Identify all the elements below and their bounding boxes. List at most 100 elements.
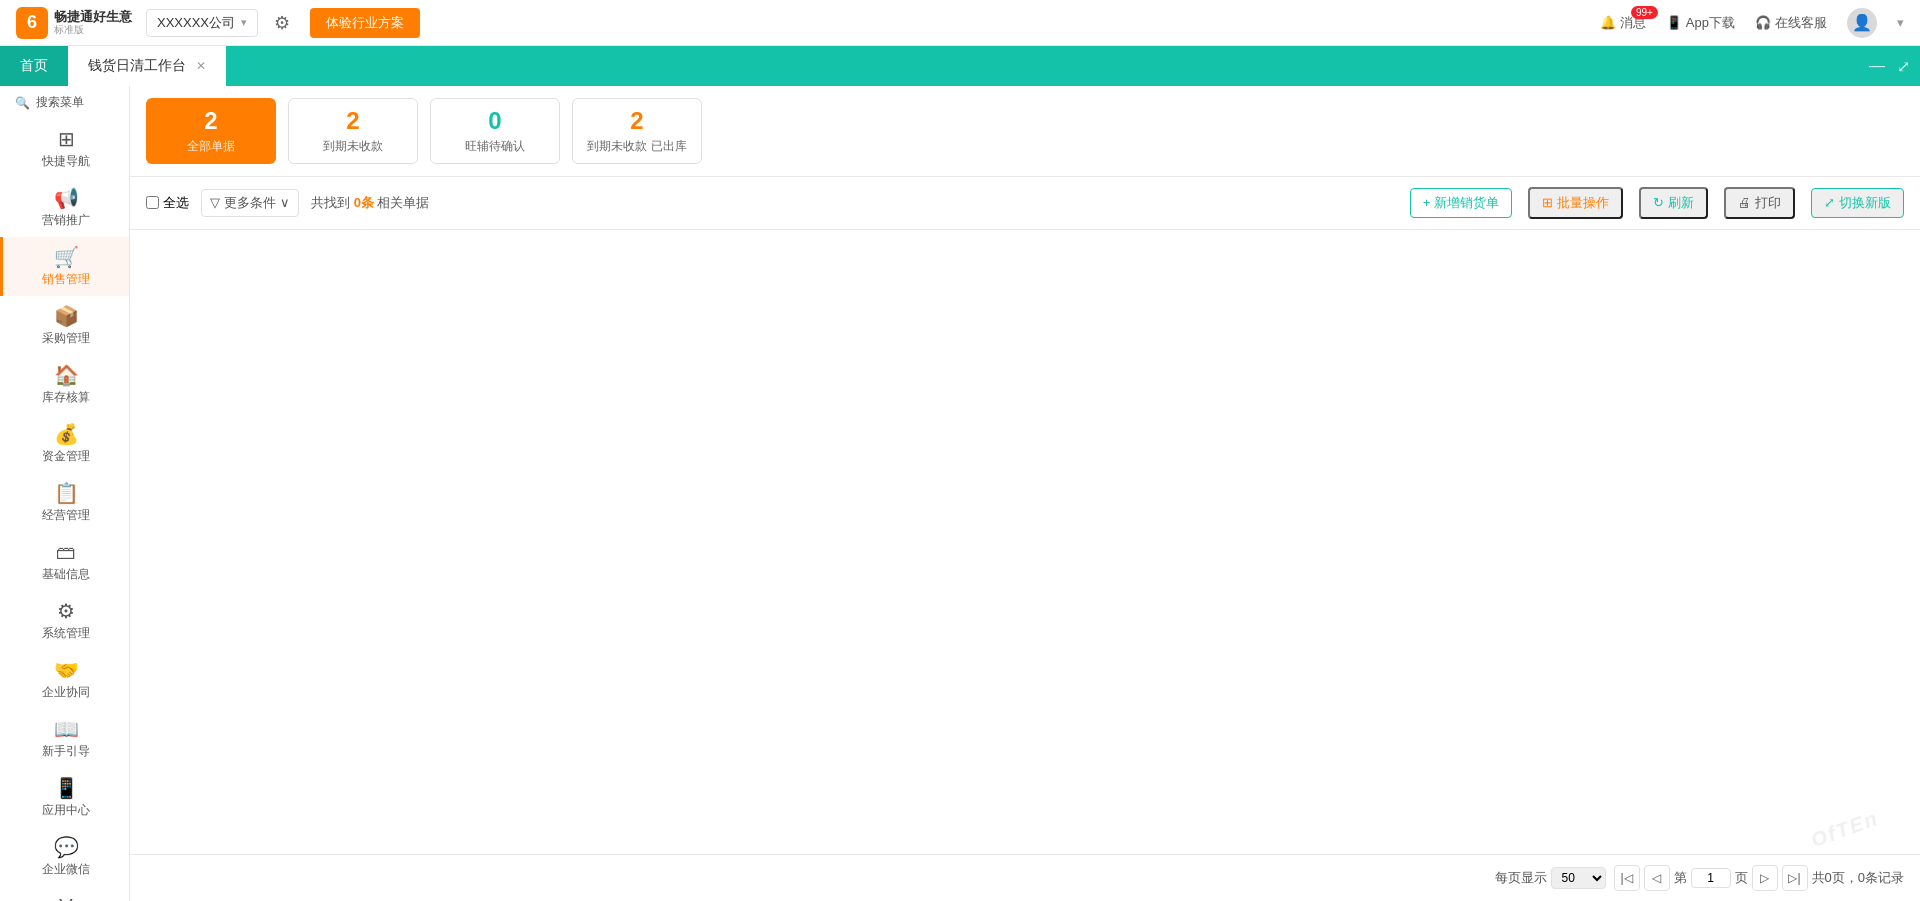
user-name[interactable]: ▾ [1897,15,1904,30]
nav-tabs: 首页 钱货日清工作台 ✕ — ⤢ [0,46,1920,86]
summary-card-all[interactable]: 2 全部单据 [146,98,276,164]
card-shipped-label: 到期未收款 已出库 [587,138,686,155]
app-icon: 📱 [54,778,79,798]
logo-icon: 6 [16,7,48,39]
message-btn[interactable]: 🔔 消息 99+ [1600,14,1646,32]
nav-tabs-right: — ⤢ [1869,57,1920,76]
sidebar-item-yingxiao[interactable]: 📢 营销推广 [0,178,129,237]
report-icon: 📋 [54,483,79,503]
app-download-btn[interactable]: 📱 App下载 [1666,14,1735,32]
gear-button[interactable]: ⚙ [266,7,298,39]
logo: 6 畅捷通好生意 标准版 [16,7,146,39]
sidebar-item-yingyong[interactable]: 📱 应用中心 [0,768,129,827]
tab-qianhuori[interactable]: 钱货日清工作台 ✕ [68,46,226,86]
sidebar-item-jichu[interactable]: 🗃 基础信息 [0,532,129,591]
sidebar-label: 经营管理 [42,507,90,524]
sidebar-label: 采购管理 [42,330,90,347]
vip-icon: V [59,896,72,901]
box-icon: 📦 [54,306,79,326]
summary-card-shipped[interactable]: 2 到期未收款 已出库 [572,98,702,164]
prev-page-btn[interactable]: ◁ [1644,865,1670,891]
toolbar-right: + 新增销货单 ⊞ 批量操作 ↻ 刷新 🖨 打印 ⤢ 切换新版 [1410,187,1904,219]
trial-btn[interactable]: 体验行业方案 [310,8,420,38]
summary-card-overdue[interactable]: 2 到期未收款 [288,98,418,164]
download-icon: 📱 [1666,15,1682,30]
table-area [130,230,1920,854]
summary-card-wang[interactable]: 0 旺辅待确认 [430,98,560,164]
sidebar-item-changhui[interactable]: V 畅会员 [0,886,129,901]
batch-icon: ⊞ [1542,195,1553,210]
per-page-select: 每页显示 20 50 100 [1495,867,1606,889]
bell-icon: 🔔 [1600,15,1616,30]
settings-icon: ⚙ [57,601,75,621]
select-all-label: 全选 [163,194,189,212]
sidebar-item-kucun[interactable]: 🏠 库存核算 [0,355,129,414]
database-icon: 🗃 [56,542,76,562]
sidebar-item-xitong[interactable]: ⚙ 系统管理 [0,591,129,650]
megaphone-icon: 📢 [54,188,79,208]
per-page-dropdown[interactable]: 20 50 100 [1551,867,1606,889]
select-all-checkbox[interactable]: 全选 [146,194,189,212]
sidebar-label: 企业微信 [42,861,90,878]
switch-version-btn[interactable]: ⤢ 切换新版 [1811,188,1904,218]
card-wang-num: 0 [488,107,501,136]
search-menu-btn[interactable]: 🔍 搜索菜单 [0,86,129,119]
logo-title: 畅捷通好生意 [54,9,132,25]
online-service-btn[interactable]: 🎧 在线客服 [1755,14,1827,32]
sidebar-item-kuaijie[interactable]: ⊞ 快捷导航 [0,119,129,178]
shop-icon: 🛒 [54,247,79,267]
sidebar-label: 基础信息 [42,566,90,583]
page-nav: |◁ ◁ 第 页 ▷ ▷| 共0页，0条记录 [1614,865,1904,891]
money-icon: 💰 [54,424,79,444]
company-selector[interactable]: XXXXXX公司 ▾ [146,9,258,37]
first-page-btn[interactable]: |◁ [1614,865,1640,891]
page-prefix: 第 [1674,869,1687,887]
sidebar-item-xinshou[interactable]: 📖 新手引导 [0,709,129,768]
sidebar-label: 库存核算 [42,389,90,406]
sidebar-label: 快捷导航 [42,153,90,170]
logo-text: 畅捷通好生意 标准版 [54,9,132,37]
handshake-icon: 🤝 [54,660,79,680]
app-download-label: App下载 [1686,14,1735,32]
online-service-label: 在线客服 [1775,14,1827,32]
top-bar-right: 🔔 消息 99+ 📱 App下载 🎧 在线客服 👤 ▾ [1600,8,1904,38]
last-page-btn[interactable]: ▷| [1782,865,1808,891]
search-icon: 🔍 [15,96,30,110]
tab-close-icon[interactable]: ✕ [196,59,206,73]
batch-op-btn[interactable]: ⊞ 批量操作 [1528,187,1623,219]
toolbar: 全选 ▽ 更多条件 ∨ 共找到 0条 相关单据 + 新增销货单 ⊞ 批量操作 ↻… [130,177,1920,230]
page-suffix: 页 [1735,869,1748,887]
print-btn[interactable]: 🖨 打印 [1724,187,1795,219]
filter-btn[interactable]: ▽ 更多条件 ∨ [201,189,299,217]
add-order-btn[interactable]: + 新增销货单 [1410,188,1512,218]
sidebar-item-weixin[interactable]: 💬 企业微信 [0,827,129,886]
service-icon: 🎧 [1755,15,1771,30]
chevron-down-icon: ∨ [280,195,290,210]
sidebar-item-jingying[interactable]: 📋 经营管理 [0,473,129,532]
nav-minimize-icon[interactable]: — [1869,57,1885,75]
card-wang-label: 旺辅待确认 [465,138,525,155]
main-layout: 🔍 搜索菜单 ⊞ 快捷导航 📢 营销推广 🛒 销售管理 📦 采购管理 🏠 库存核… [0,86,1920,901]
sidebar-item-qiye[interactable]: 🤝 企业协同 [0,650,129,709]
avatar[interactable]: 👤 [1847,8,1877,38]
total-records: 共0页，0条记录 [1812,869,1904,887]
per-page-label: 每页显示 [1495,869,1547,887]
card-overdue-num: 2 [346,107,359,136]
content-area: 2 全部单据 2 到期未收款 0 旺辅待确认 2 到期未收款 已出库 全选 [130,86,1920,901]
warehouse-icon: 🏠 [54,365,79,385]
refresh-btn[interactable]: ↻ 刷新 [1639,187,1708,219]
sidebar-label: 营销推广 [42,212,90,229]
tab-home[interactable]: 首页 [0,46,68,86]
message-badge: 99+ [1631,6,1658,19]
sidebar-item-xiaoshou[interactable]: 🛒 销售管理 [0,237,129,296]
nav-maximize-icon[interactable]: ⤢ [1897,57,1910,76]
sidebar-item-zijin[interactable]: 💰 资金管理 [0,414,129,473]
next-page-btn[interactable]: ▷ [1752,865,1778,891]
page-input[interactable] [1691,868,1731,888]
print-icon: 🖨 [1738,195,1751,210]
checkbox-input[interactable] [146,196,159,209]
card-shipped-num: 2 [630,107,643,136]
card-all-num: 2 [204,107,217,136]
sidebar-label: 应用中心 [42,802,90,819]
sidebar-item-caigou[interactable]: 📦 采购管理 [0,296,129,355]
